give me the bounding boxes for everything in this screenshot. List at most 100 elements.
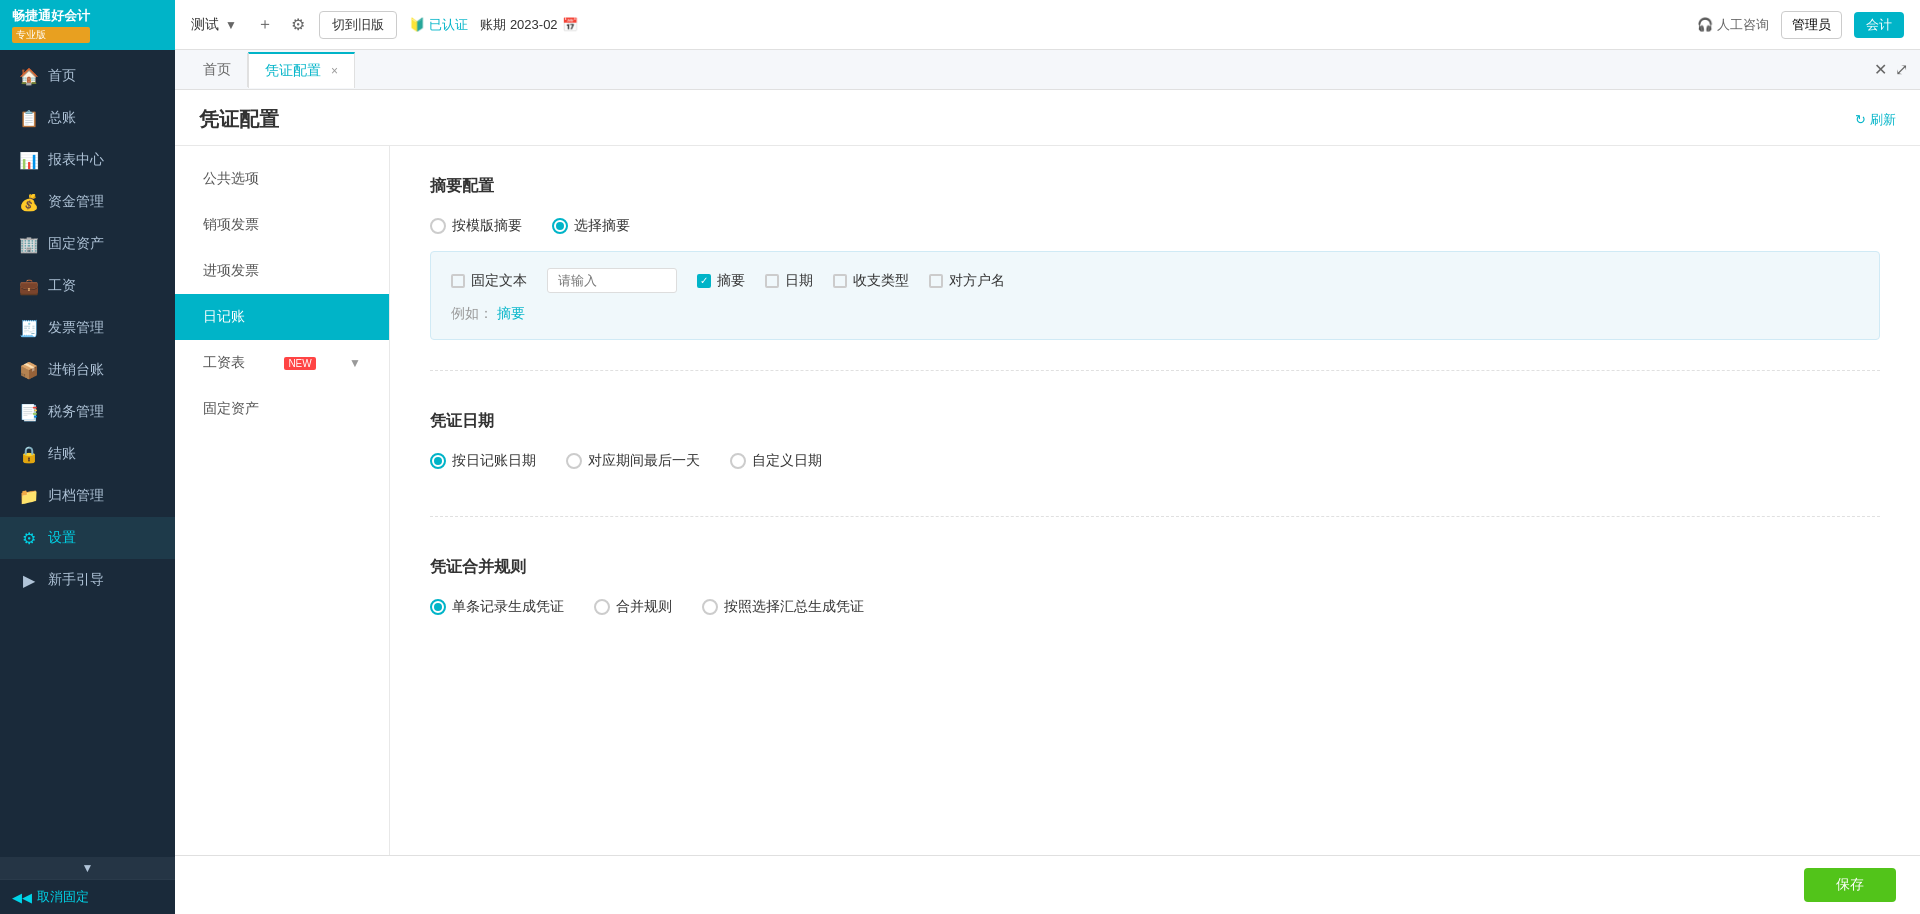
- sidebar-label-archive: 归档管理: [48, 487, 104, 505]
- checkmark-icon: ✓: [700, 275, 708, 286]
- tab-home[interactable]: 首页: [187, 53, 248, 87]
- radio-merge-rule-label: 合并规则: [616, 598, 672, 616]
- checkbox-fixed-text[interactable]: 固定文本: [451, 272, 527, 290]
- radio-single-record[interactable]: 单条记录生成凭证: [430, 598, 564, 616]
- checkbox-date-label: 日期: [785, 272, 813, 290]
- radio-select-summary-label: 按照选择汇总生成凭证: [724, 598, 864, 616]
- sidebar-item-settings[interactable]: ⚙ 设置: [0, 517, 175, 559]
- sidebar-item-invoice[interactable]: 🧾 发票管理: [0, 307, 175, 349]
- tab-voucher-config-label: 凭证配置: [265, 62, 321, 78]
- radio-select-label: 选择摘要: [574, 217, 630, 235]
- merge-radio-group: 单条记录生成凭证 合并规则 按照选择汇总生成凭证: [430, 598, 1880, 616]
- sidebar-item-report[interactable]: 📊 报表中心: [0, 139, 175, 181]
- sidebar-item-sales_ledger[interactable]: 📦 进销台账: [0, 349, 175, 391]
- summary-config-box: 固定文本 ✓ 摘要: [430, 251, 1880, 340]
- config-nav-fixed_asset[interactable]: 固定资产: [175, 386, 389, 432]
- sidebar-item-payroll[interactable]: 💼 工资: [0, 265, 175, 307]
- config-nav-public[interactable]: 公共选项: [175, 156, 389, 202]
- topbar-right: 🎧 人工咨询 管理员 会计: [1697, 11, 1904, 39]
- report-icon: 📊: [20, 151, 38, 169]
- fixed-text-input[interactable]: [547, 268, 677, 293]
- topbar: 测试 ▼ ＋ ⚙ 切到旧版 🔰 已认证 账期 2023-02 📅 🎧: [175, 0, 1920, 50]
- config-nav-inner: 固定资产: [203, 400, 361, 418]
- add-button[interactable]: ＋: [253, 10, 277, 39]
- sidebar-label-tax: 税务管理: [48, 403, 104, 421]
- date-section-title: 凭证日期: [430, 411, 1880, 432]
- cancel-fixed-label: 取消固定: [37, 888, 89, 906]
- radio-circle-period: [566, 453, 582, 469]
- radio-circle-select-summary: [702, 599, 718, 615]
- settings-gear-icon[interactable]: ⚙: [287, 11, 309, 38]
- date-radio-group: 按日记账日期 对应期间最后一天 自定义日期: [430, 452, 1880, 470]
- radio-merge-rule[interactable]: 合并规则: [594, 598, 672, 616]
- chevron-down-icon: ▼: [225, 18, 237, 32]
- sidebar-item-close[interactable]: 🔒 结账: [0, 433, 175, 475]
- content-area: 凭证配置 ↻ 刷新 公共选项销项发票进项发票日记账工资表 NEW ▼ 固定资产 摘…: [175, 90, 1920, 914]
- save-button[interactable]: 保存: [1804, 868, 1896, 902]
- checkbox-box-date: [765, 274, 779, 288]
- config-nav-purchase[interactable]: 进项发票: [175, 248, 389, 294]
- sidebar-scroll-down[interactable]: ▼: [0, 857, 175, 879]
- project-name: 测试: [191, 16, 219, 34]
- merge-section: 凭证合并规则 单条记录生成凭证 合并规则: [430, 557, 1880, 662]
- page-title: 凭证配置: [199, 106, 279, 133]
- accountant-button[interactable]: 会计: [1854, 12, 1904, 38]
- checkbox-date[interactable]: 日期: [765, 272, 813, 290]
- config-nav-payroll[interactable]: 工资表 NEW ▼: [175, 340, 389, 386]
- calendar-icon[interactable]: 📅: [562, 17, 578, 32]
- period-display: 账期 2023-02 📅: [480, 16, 578, 34]
- funds-icon: 💰: [20, 193, 38, 211]
- checkbox-box-summary: ✓: [697, 274, 711, 288]
- refresh-button[interactable]: ↻ 刷新: [1855, 111, 1896, 129]
- checkbox-income-type[interactable]: 收支类型: [833, 272, 909, 290]
- cancel-fixed-button[interactable]: ◀◀ 取消固定: [12, 888, 163, 906]
- radio-circle-custom: [730, 453, 746, 469]
- sidebar-label-report: 报表中心: [48, 151, 104, 169]
- tax-icon: 📑: [20, 403, 38, 421]
- config-nav-journal[interactable]: 日记账: [175, 294, 389, 340]
- radio-dot-select: [556, 222, 564, 230]
- new-badge: NEW: [284, 357, 315, 370]
- sidebar-item-home[interactable]: 🏠 首页: [0, 55, 175, 97]
- radio-period-last[interactable]: 对应期间最后一天: [566, 452, 700, 470]
- window-expand-button[interactable]: ⤢: [1895, 60, 1908, 79]
- radio-template-summary[interactable]: 按模版摘要: [430, 217, 522, 235]
- tab-close-icon[interactable]: ×: [331, 64, 338, 78]
- radio-custom-date[interactable]: 自定义日期: [730, 452, 822, 470]
- tab-voucher-config[interactable]: 凭证配置 ×: [248, 52, 355, 88]
- refresh-icon: ↻: [1855, 112, 1866, 127]
- refresh-label: 刷新: [1870, 111, 1896, 129]
- guide-icon: ▶: [20, 571, 38, 589]
- home-icon: 🏠: [20, 67, 38, 85]
- radio-dot-single: [434, 603, 442, 611]
- radio-circle-template: [430, 218, 446, 234]
- main-area: 测试 ▼ ＋ ⚙ 切到旧版 🔰 已认证 账期 2023-02 📅 🎧: [175, 0, 1920, 914]
- summary-section-title: 摘要配置: [430, 176, 1880, 197]
- config-nav-inner: 公共选项: [203, 170, 361, 188]
- tabbar: 首页 凭证配置 × ✕ ⤢: [175, 50, 1920, 90]
- radio-circle-merge: [594, 599, 610, 615]
- radio-select-summary-merge[interactable]: 按照选择汇总生成凭证: [702, 598, 864, 616]
- radio-circle-journal: [430, 453, 446, 469]
- sidebar-item-guide[interactable]: ▶ 新手引导: [0, 559, 175, 601]
- checkbox-summary[interactable]: ✓ 摘要: [697, 272, 745, 290]
- radio-circle-single: [430, 599, 446, 615]
- config-nav-inner: 日记账: [203, 308, 361, 326]
- sidebar-item-archive[interactable]: 📁 归档管理: [0, 475, 175, 517]
- date-section: 凭证日期 按日记账日期 对应期间最后一天: [430, 411, 1880, 517]
- sidebar-item-ledger[interactable]: 📋 总账: [0, 97, 175, 139]
- sidebar-item-fixed_assets[interactable]: 🏢 固定资产: [0, 223, 175, 265]
- window-close-button[interactable]: ✕: [1874, 60, 1887, 79]
- certified-badge: 🔰 已认证: [409, 16, 468, 34]
- admin-button[interactable]: 管理员: [1781, 11, 1842, 39]
- sidebar-item-funds[interactable]: 💰 资金管理: [0, 181, 175, 223]
- project-selector[interactable]: 测试 ▼: [191, 16, 237, 34]
- human-consult-button[interactable]: 🎧 人工咨询: [1697, 16, 1769, 34]
- sidebar-label-invoice: 发票管理: [48, 319, 104, 337]
- config-nav-sales[interactable]: 销项发票: [175, 202, 389, 248]
- radio-journal-date[interactable]: 按日记账日期: [430, 452, 536, 470]
- sidebar-item-tax[interactable]: 📑 税务管理: [0, 391, 175, 433]
- radio-select-summary[interactable]: 选择摘要: [552, 217, 630, 235]
- checkbox-counterpart[interactable]: 对方户名: [929, 272, 1005, 290]
- switch-old-button[interactable]: 切到旧版: [319, 11, 397, 39]
